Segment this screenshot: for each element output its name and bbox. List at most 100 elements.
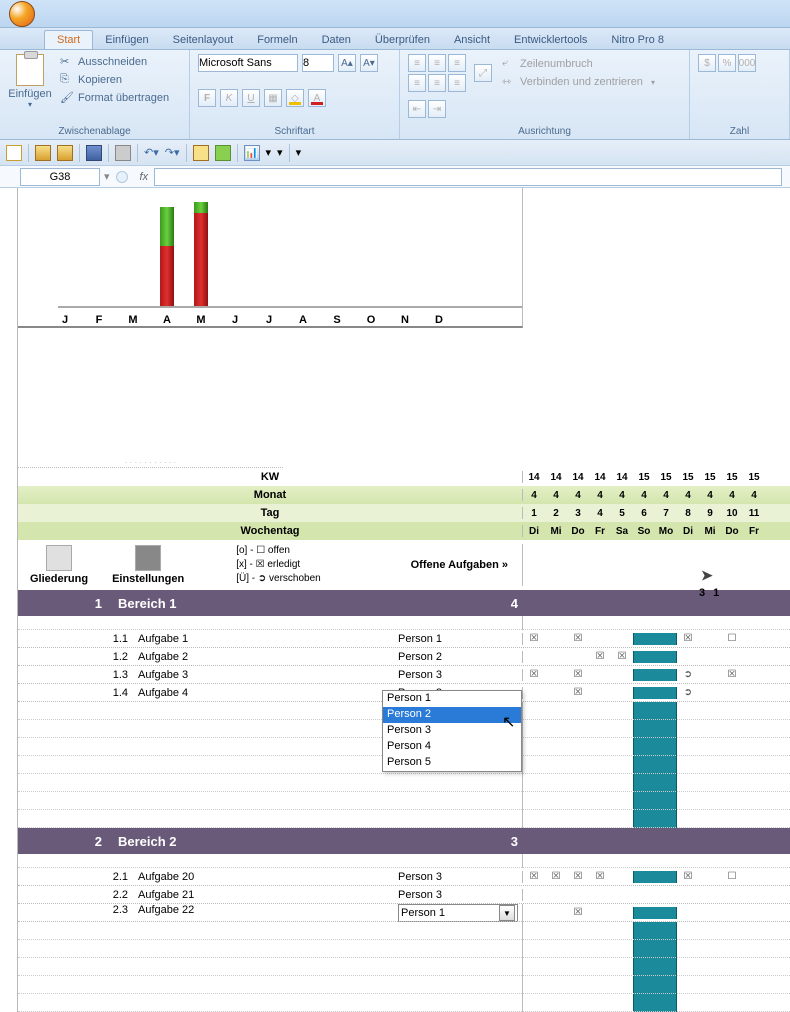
status-mark[interactable] — [699, 651, 721, 663]
dropdown-3[interactable]: ▾ — [296, 146, 302, 159]
currency-button[interactable]: $ — [698, 54, 716, 72]
name-box[interactable] — [20, 168, 100, 186]
section-header[interactable]: 1Bereich 14 — [18, 590, 790, 616]
save-icon[interactable] — [86, 145, 102, 161]
tab-ansicht[interactable]: Ansicht — [442, 31, 502, 49]
underline-button[interactable]: U — [242, 89, 260, 107]
status-mark[interactable] — [545, 651, 567, 663]
status-mark[interactable] — [545, 669, 567, 681]
align-left[interactable]: ≡ — [408, 74, 426, 92]
tab-entwicklertools[interactable]: Entwicklertools — [502, 31, 599, 49]
chart-icon[interactable]: 📊 — [244, 145, 260, 161]
status-mark[interactable] — [523, 907, 545, 919]
status-mark[interactable] — [611, 669, 633, 681]
status-mark[interactable] — [589, 907, 611, 919]
tab-start[interactable]: Start — [44, 30, 93, 49]
status-mark[interactable]: ☒ — [611, 651, 633, 663]
task-person[interactable]: Person 1 — [398, 633, 518, 645]
task-person[interactable]: Person 3 — [398, 871, 518, 883]
status-mark[interactable]: ☒ — [589, 871, 611, 883]
task-row[interactable]: 2.3Aufgabe 22Person 1▼☒ — [18, 904, 790, 922]
undo-icon[interactable]: ↶▾ — [144, 146, 159, 159]
task-person[interactable]: Person 3 — [398, 669, 518, 681]
open-icon-2[interactable] — [57, 145, 73, 161]
tab-einfügen[interactable]: Einfügen — [93, 31, 160, 49]
status-mark[interactable]: ☐ — [721, 871, 743, 883]
status-mark[interactable]: ☒ — [567, 907, 589, 919]
tab-überprüfen[interactable]: Überprüfen — [363, 31, 442, 49]
status-mark[interactable] — [743, 871, 765, 883]
status-mark[interactable] — [545, 907, 567, 919]
status-mark[interactable] — [611, 871, 633, 883]
status-mark[interactable] — [545, 633, 567, 645]
outline-bar[interactable] — [0, 188, 18, 1012]
task-row[interactable]: 2.1Aufgabe 20Person 3☒☒☒☒☒☐ — [18, 868, 790, 886]
status-mark[interactable] — [589, 687, 611, 699]
formula-bar[interactable] — [154, 168, 782, 186]
tab-daten[interactable]: Daten — [310, 31, 363, 49]
orientation-button[interactable]: ⤢ — [474, 64, 492, 82]
status-mark[interactable] — [743, 669, 765, 681]
font-name-select[interactable] — [198, 54, 298, 72]
align-right[interactable]: ≡ — [448, 74, 466, 92]
status-mark[interactable]: ☒ — [721, 669, 743, 681]
status-mark[interactable] — [545, 687, 567, 699]
dropdown-option[interactable]: Person 3 — [383, 723, 521, 739]
increase-font-button[interactable]: A▴ — [338, 54, 356, 72]
status-mark[interactable]: ☒ — [589, 651, 611, 663]
status-mark[interactable] — [743, 687, 765, 699]
status-mark[interactable]: ☒ — [523, 633, 545, 645]
status-mark[interactable] — [589, 669, 611, 681]
status-mark[interactable] — [699, 907, 721, 919]
office-button[interactable] — [4, 0, 40, 28]
status-mark[interactable] — [523, 687, 545, 699]
status-mark[interactable]: ☒ — [523, 669, 545, 681]
status-mark[interactable] — [699, 687, 721, 699]
person-dropdown-list[interactable]: Person 1Person 2Person 3Person 4Person 5 — [382, 690, 522, 772]
worksheet[interactable]: JFMAMJJASOND · · · · · · · · · · · KW141… — [18, 188, 790, 1012]
font-size-select[interactable] — [302, 54, 334, 72]
status-mark[interactable]: ☒ — [567, 871, 589, 883]
offene-aufgaben-link[interactable]: Offene Aufgaben » — [411, 559, 508, 571]
status-mark[interactable]: ☒ — [567, 633, 589, 645]
dropdown-option[interactable]: Person 5 — [383, 755, 521, 771]
border-button[interactable]: ▦ — [264, 89, 282, 107]
align-top-center[interactable]: ≡ — [428, 54, 446, 72]
dropdown-1[interactable]: ▾ — [266, 146, 272, 159]
fill-color-button[interactable]: ◇ — [286, 89, 304, 107]
paste-button[interactable]: Einfügen ▾ — [8, 54, 52, 109]
status-mark[interactable] — [589, 633, 611, 645]
open-icon[interactable] — [35, 145, 51, 161]
task-row[interactable]: 1.2Aufgabe 2Person 2☒☒ — [18, 648, 790, 666]
task-person[interactable]: Person 3 — [398, 889, 518, 901]
status-mark[interactable]: ☒ — [677, 633, 699, 645]
status-mark[interactable] — [743, 651, 765, 663]
status-mark[interactable] — [677, 651, 699, 663]
task-row[interactable]: 1.3Aufgabe 3Person 3☒☒➲☒ — [18, 666, 790, 684]
tab-formeln[interactable]: Formeln — [245, 31, 309, 49]
cut-button[interactable]: ✂Ausschneiden — [58, 54, 171, 70]
align-top-left[interactable]: ≡ — [408, 54, 426, 72]
tool-icon-1[interactable] — [193, 145, 209, 161]
status-mark[interactable]: ☒ — [567, 669, 589, 681]
new-icon[interactable] — [6, 145, 22, 161]
percent-button[interactable]: % — [718, 54, 736, 72]
dropdown-option[interactable]: Person 4 — [383, 739, 521, 755]
einstellungen-button[interactable]: Einstellungen — [112, 545, 184, 585]
status-mark[interactable]: ☒ — [677, 871, 699, 883]
merge-center-button[interactable]: ⇿Verbinden und zentrieren▾ — [500, 74, 657, 90]
align-top-right[interactable]: ≡ — [448, 54, 466, 72]
status-mark[interactable]: ☒ — [545, 871, 567, 883]
format-painter-button[interactable]: 🖌Format übertragen — [58, 90, 171, 106]
status-mark[interactable] — [611, 907, 633, 919]
fx-icon[interactable]: fx — [140, 171, 149, 183]
status-mark[interactable] — [721, 687, 743, 699]
status-mark[interactable] — [677, 907, 699, 919]
task-person[interactable]: Person 1 — [401, 907, 445, 919]
dropdown-toggle[interactable]: ▼ — [499, 905, 515, 921]
italic-button[interactable]: K — [220, 89, 238, 107]
comma-button[interactable]: 000 — [738, 54, 756, 72]
status-mark[interactable] — [611, 633, 633, 645]
status-mark[interactable]: ☒ — [567, 687, 589, 699]
gliederung-button[interactable]: Gliederung — [30, 545, 88, 585]
